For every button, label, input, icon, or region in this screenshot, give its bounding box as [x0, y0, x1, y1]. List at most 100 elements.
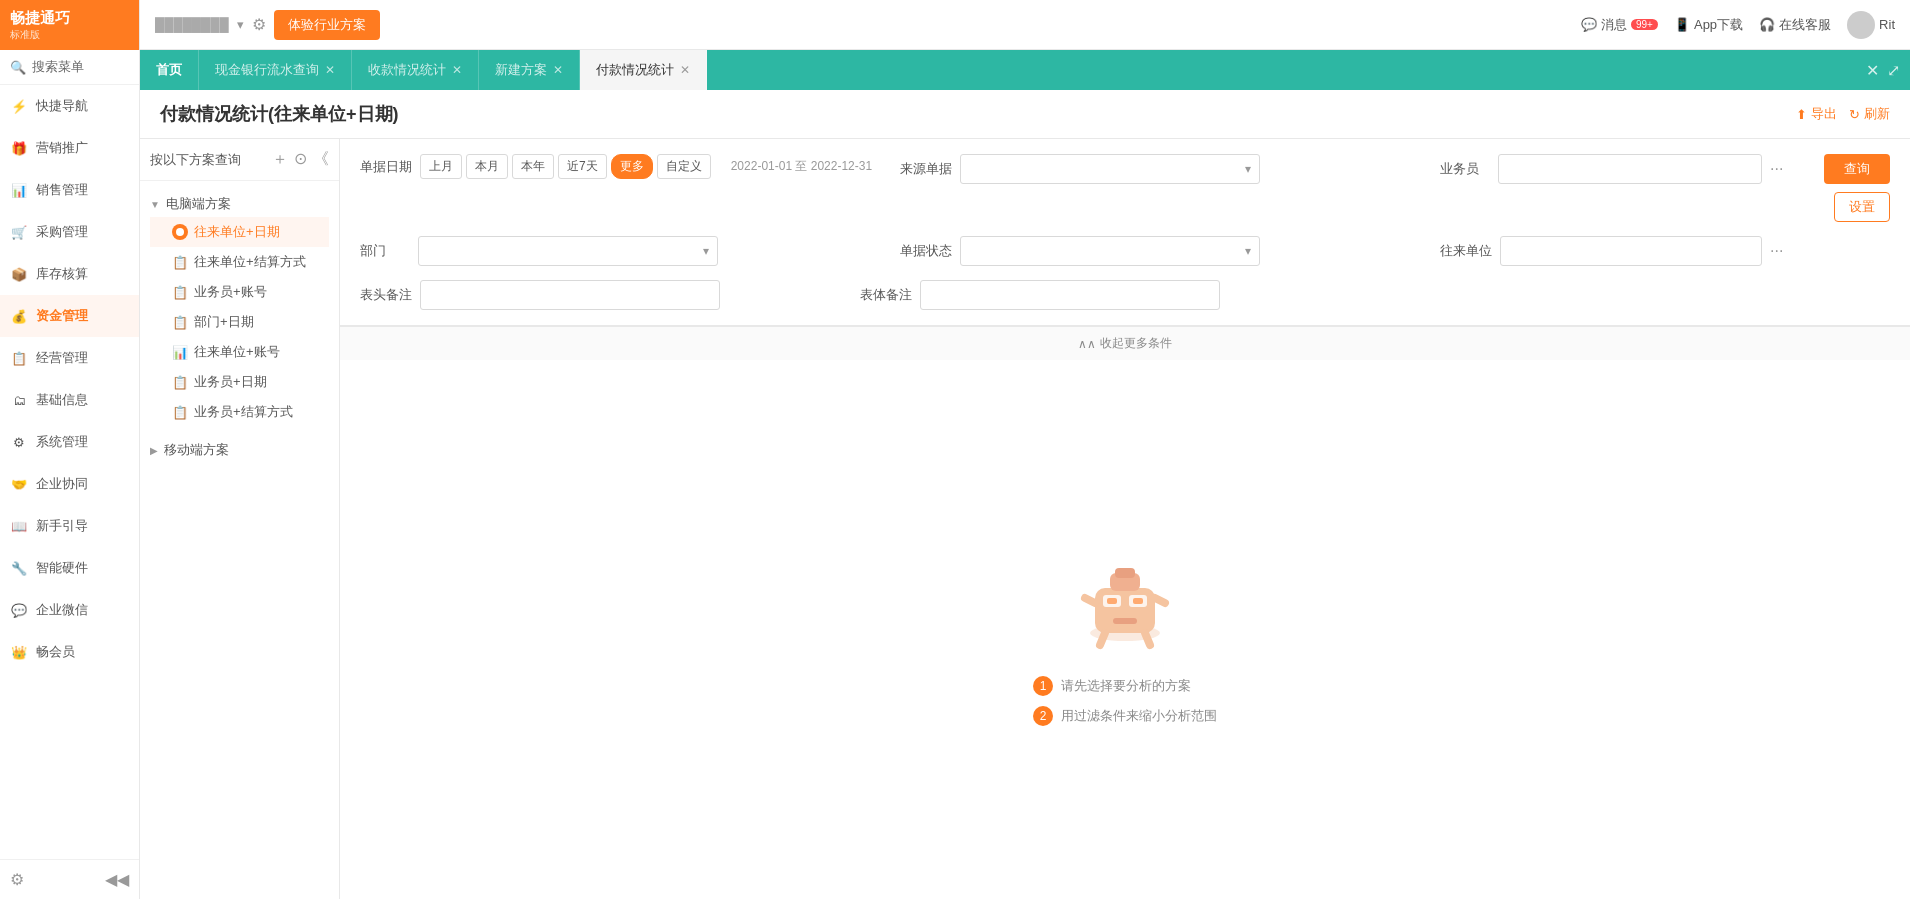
- left-panel-toolbar: 按以下方案查询 ＋ ⊙ 《: [140, 139, 339, 181]
- sidebar-item-system[interactable]: ⚙ 系统管理: [0, 421, 139, 463]
- body-note-input[interactable]: [920, 280, 1220, 310]
- tree-item-往来单位+账号[interactable]: 📊往来单位+账号: [150, 337, 329, 367]
- date-last-month[interactable]: 上月: [420, 154, 462, 179]
- sidebar-item-marketing[interactable]: 🎁 营销推广: [0, 127, 139, 169]
- tree-item-业务员+结算方式[interactable]: 📋业务员+结算方式: [150, 397, 329, 427]
- sidebar-edition: 标准版: [10, 28, 70, 42]
- topbar-dropdown-arrow[interactable]: ▾: [237, 17, 244, 32]
- headset-icon: 🎧: [1759, 17, 1775, 32]
- sidebar-item-inventory[interactable]: 📦 库存核算: [0, 253, 139, 295]
- user-name: Rit: [1879, 17, 1895, 32]
- tip-num-2: 2: [1033, 706, 1053, 726]
- empty-illustration: [1065, 533, 1185, 656]
- header-note-input[interactable]: [420, 280, 720, 310]
- sidebar-items: ⚡ 快捷导航 🎁 营销推广 📊 销售管理 🛒 采购管理 📦 库存核算 💰 资金管…: [0, 85, 139, 673]
- partner-input[interactable]: [1500, 236, 1762, 266]
- tree-item-部门+日期[interactable]: 📋部门+日期: [150, 307, 329, 337]
- panel-collapse-button[interactable]: 《: [313, 149, 329, 170]
- filter-settings-button[interactable]: 设置: [1834, 192, 1890, 222]
- trial-button[interactable]: 体验行业方案: [274, 10, 380, 40]
- partner-label: 往来单位: [1440, 242, 1492, 260]
- sidebar-search[interactable]: 🔍 搜索菜单: [0, 50, 139, 85]
- tab-payment-detail[interactable]: 付款情况统计 ✕: [580, 50, 707, 90]
- tab-payment-stats[interactable]: 收款情况统计✕: [352, 50, 479, 90]
- topbar-settings-icon[interactable]: ⚙: [252, 15, 266, 34]
- plan-settings-button[interactable]: ⊙: [294, 149, 307, 170]
- sidebar-item-hardware[interactable]: 🔧 智能硬件: [0, 547, 139, 589]
- page-header: 付款情况统计(往来单位+日期) ⬆ 导出 ↻ 刷新: [140, 90, 1910, 139]
- messages-group[interactable]: 💬 消息 99+: [1581, 16, 1658, 34]
- tab-home[interactable]: 首页: [140, 50, 199, 90]
- tree-item-业务员+日期[interactable]: 📋业务员+日期: [150, 367, 329, 397]
- sidebar-item-label-sales: 销售管理: [36, 181, 88, 199]
- sidebar-header: 畅捷通巧 标准版: [0, 0, 139, 50]
- sidebar-item-funds[interactable]: 💰 资金管理: [0, 295, 139, 337]
- sidebar-item-label-wechat: 企业微信: [36, 601, 88, 619]
- tabbar: 首页现金银行流水查询✕收款情况统计✕新建方案✕ 付款情况统计 ✕ ✕ ⤢: [140, 50, 1910, 90]
- filter-row-3: 表头备注 表体备注: [360, 280, 1890, 310]
- export-label: 导出: [1811, 105, 1837, 123]
- agent-input[interactable]: [1498, 154, 1762, 184]
- panel-header-label: 按以下方案查询: [150, 151, 241, 169]
- partner-more-dots[interactable]: ···: [1770, 242, 1790, 260]
- body-note-item: 表体备注: [860, 280, 1340, 310]
- tab-close-bank[interactable]: ✕: [325, 63, 335, 77]
- sidebar-settings-icon[interactable]: ⚙: [10, 870, 24, 889]
- date-this-year[interactable]: 本年: [512, 154, 554, 179]
- tree-chart-icon: 📊: [172, 344, 188, 360]
- svg-line-9: [1085, 598, 1095, 603]
- sidebar-item-enterprise[interactable]: 🤝 企业协同: [0, 463, 139, 505]
- collapse-bar[interactable]: ∧∧ 收起更多条件: [340, 326, 1910, 360]
- tree-item-label: 部门+日期: [194, 313, 254, 331]
- sidebar-collapse-icon[interactable]: ◀◀: [105, 870, 129, 889]
- sidebar-item-label-guide: 新手引导: [36, 517, 88, 535]
- svg-line-10: [1155, 598, 1165, 603]
- tree-item-label: 业务员+结算方式: [194, 403, 293, 421]
- sidebar-item-label-marketing: 营销推广: [36, 139, 88, 157]
- sidebar-item-icon-quick-nav: ⚡: [10, 97, 28, 115]
- tab-close-new-plan[interactable]: ✕: [553, 63, 563, 77]
- dept-filter-item: 部门 ▾: [360, 236, 880, 266]
- date-more-button[interactable]: 更多: [611, 154, 653, 179]
- sidebar-item-member[interactable]: 👑 畅会员: [0, 631, 139, 673]
- sidebar-item-wechat[interactable]: 💬 企业微信: [0, 589, 139, 631]
- date-custom-button[interactable]: 自定义: [657, 154, 711, 179]
- tab-close-payment-detail[interactable]: ✕: [680, 63, 690, 77]
- tab-bank[interactable]: 现金银行流水查询✕: [199, 50, 352, 90]
- source-select[interactable]: ▾: [960, 154, 1260, 184]
- app-download-group[interactable]: 📱 App下载: [1674, 16, 1743, 34]
- status-select[interactable]: ▾: [960, 236, 1260, 266]
- tab-new-plan[interactable]: 新建方案✕: [479, 50, 580, 90]
- query-button[interactable]: 查询: [1824, 154, 1890, 184]
- dept-select[interactable]: ▾: [418, 236, 718, 266]
- export-icon: ⬆: [1796, 107, 1807, 122]
- sidebar-item-label-system: 系统管理: [36, 433, 88, 451]
- empty-tip-1: 1 请先选择要分析的方案: [1033, 676, 1217, 696]
- tab-close-payment-stats[interactable]: ✕: [452, 63, 462, 77]
- tree-item-往来单位+日期[interactable]: 往来单位+日期: [150, 217, 329, 247]
- date-this-month[interactable]: 本月: [466, 154, 508, 179]
- tree-item-业务员+账号[interactable]: 📋业务员+账号: [150, 277, 329, 307]
- export-button[interactable]: ⬆ 导出: [1796, 105, 1837, 123]
- sidebar-item-purchase[interactable]: 🛒 采购管理: [0, 211, 139, 253]
- collapse-up-icon: ∧∧: [1078, 337, 1096, 351]
- tab-label-payment-detail: 付款情况统计: [596, 61, 674, 79]
- add-plan-button[interactable]: ＋: [272, 149, 288, 170]
- fullscreen-icon[interactable]: ⤢: [1887, 61, 1900, 80]
- sidebar-item-sales[interactable]: 📊 销售管理: [0, 169, 139, 211]
- agent-more-dots[interactable]: ···: [1770, 160, 1790, 178]
- tree-group-header-移动端方案[interactable]: ▶移动端方案: [150, 437, 329, 463]
- sidebar-item-label-funds: 资金管理: [36, 307, 88, 325]
- refresh-button[interactable]: ↻ 刷新: [1849, 105, 1890, 123]
- sidebar-item-ops[interactable]: 📋 经营管理: [0, 337, 139, 379]
- sidebar-item-quick-nav[interactable]: ⚡ 快捷导航: [0, 85, 139, 127]
- tree-item-往来单位+结算方式[interactable]: 📋往来单位+结算方式: [150, 247, 329, 277]
- sidebar-item-guide[interactable]: 📖 新手引导: [0, 505, 139, 547]
- sidebar-item-basic[interactable]: 🗂 基础信息: [0, 379, 139, 421]
- close-all-icon[interactable]: ✕: [1866, 61, 1879, 80]
- user-avatar-group[interactable]: Rit: [1847, 11, 1895, 39]
- source-filter-item: 来源单据 ▾: [900, 154, 1420, 184]
- date-last-7-days[interactable]: 近7天: [558, 154, 607, 179]
- tree-group-header-电脑端方案[interactable]: ▼电脑端方案: [150, 191, 329, 217]
- online-service-group[interactable]: 🎧 在线客服: [1759, 16, 1831, 34]
